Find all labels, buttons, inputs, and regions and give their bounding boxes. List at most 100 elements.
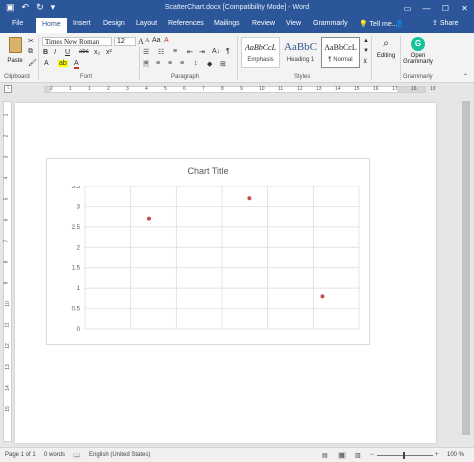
text-effects-icon[interactable]: A <box>44 60 49 67</box>
shrink-font-button[interactable]: A <box>145 38 149 44</box>
tab-insert[interactable]: Insert <box>73 20 91 27</box>
vertical-ruler[interactable]: 1 2 3 4 5 6 7 8 9 10 11 12 13 14 15 <box>3 101 12 442</box>
maximize-button[interactable]: ☐ <box>436 0 455 17</box>
y-tick-label: 0 <box>77 327 81 331</box>
open-grammarly-button[interactable]: G Open Grammarly <box>402 35 434 73</box>
numbering-icon[interactable]: ☷ <box>158 48 164 56</box>
style-normal[interactable]: AaBbCcL ¶ Normal <box>321 37 360 68</box>
font-color-icon[interactable]: A <box>74 60 79 69</box>
borders-icon[interactable]: ⊞ <box>220 60 226 68</box>
zoom-in-icon[interactable]: + <box>435 452 439 458</box>
line-spacing-icon[interactable]: ↕ <box>194 60 198 67</box>
user-icon[interactable]: 👤 <box>395 20 404 28</box>
close-button[interactable]: ✕ <box>455 0 474 17</box>
change-case-button[interactable]: Aa <box>152 37 161 44</box>
grow-font-button[interactable]: A <box>138 37 144 46</box>
styles-more-icon[interactable]: ⊻ <box>363 58 367 65</box>
clipboard-group-label: Clipboard <box>4 74 30 80</box>
chart-title[interactable]: Chart Title <box>47 166 369 176</box>
strikethrough-button[interactable]: abc <box>79 49 89 55</box>
tab-references[interactable]: References <box>168 20 204 27</box>
data-point <box>320 294 325 299</box>
styles-scroll-down-icon[interactable]: ▼ <box>363 48 369 54</box>
ruler-tick-label: 15 <box>4 406 11 412</box>
subscript-button[interactable]: x₂ <box>94 49 100 56</box>
y-tick-label: 1 <box>77 286 81 292</box>
tab-view[interactable]: View <box>286 20 301 27</box>
status-bar: Page 1 of 1 0 words 📖 English (United St… <box>0 447 474 462</box>
ribbon-display-options-button[interactable]: ▭ <box>398 0 417 17</box>
collapse-ribbon-icon[interactable]: ⌃ <box>463 73 468 80</box>
align-left-icon[interactable]: ≡ <box>143 60 150 67</box>
scatter-chart[interactable]: Chart Title 00.511.522.533.500.511.522.5… <box>46 158 370 345</box>
language[interactable]: English (United States) <box>89 452 150 458</box>
web-layout-icon[interactable]: ▥ <box>355 452 361 459</box>
sort-button[interactable]: A↓ <box>212 48 220 55</box>
y-tick-label: 2.5 <box>72 225 81 231</box>
data-point <box>247 196 252 201</box>
ruler-tick-label: 12 <box>4 343 11 349</box>
ruler-tick-label: 3 <box>126 86 129 92</box>
editing-button[interactable]: ⌕ Editing <box>374 36 398 72</box>
italic-button[interactable]: I <box>54 49 56 56</box>
read-mode-icon[interactable]: ▤ <box>322 452 328 459</box>
zoom-slider-thumb[interactable] <box>403 452 405 459</box>
clear-formatting-button[interactable]: A <box>164 37 169 44</box>
styles-scroll-up-icon[interactable]: ▲ <box>363 38 369 44</box>
tab-mailings[interactable]: Mailings <box>214 20 240 27</box>
cut-icon[interactable]: ✂ <box>28 37 34 45</box>
font-name-field[interactable]: Times New Roman <box>42 37 112 46</box>
style-sample: AaBbCcL <box>324 43 357 52</box>
align-right-icon[interactable]: ≡ <box>168 60 172 67</box>
style-sample: AaBbCcL <box>244 43 277 52</box>
title-bar: ▣ ↶ ↻ ▾ ScatterChart.docx [Compatibility… <box>0 0 474 17</box>
vertical-scrollbar[interactable] <box>458 95 474 444</box>
align-center-icon[interactable]: ≡ <box>156 60 160 67</box>
zoom-slider[interactable] <box>377 455 433 456</box>
ruler-tick-label: 4 <box>3 176 10 180</box>
zoom-out-icon[interactable]: − <box>370 452 374 458</box>
tab-design[interactable]: Design <box>103 20 125 27</box>
underline-button[interactable]: U <box>65 49 70 56</box>
show-formatting-button[interactable]: ¶ <box>226 48 230 55</box>
paste-button[interactable]: Paste <box>4 36 26 70</box>
format-painter-icon[interactable]: 🖌 <box>28 59 37 67</box>
scrollbar-thumb[interactable] <box>462 101 470 435</box>
ruler-tick-label: 7 <box>202 86 205 92</box>
page-count[interactable]: Page 1 of 1 <box>5 452 36 458</box>
style-emphasis[interactable]: AaBbCcL Emphasis <box>241 37 280 68</box>
increase-indent-icon[interactable]: ⇥ <box>199 48 205 56</box>
superscript-button[interactable]: x² <box>106 49 112 56</box>
share-label: Share <box>439 20 459 27</box>
decrease-indent-icon[interactable]: ⇤ <box>187 48 193 56</box>
ruler-tick-label: 3 <box>3 155 10 159</box>
minimize-button[interactable]: — <box>417 0 436 17</box>
zoom-level[interactable]: 100 % <box>447 452 464 458</box>
horizontal-ruler[interactable]: └ 2 1 1 2 3 4 5 6 7 8 9 10 11 12 13 14 15 16 17 18 19 <box>0 83 474 95</box>
highlight-icon[interactable]: ab <box>58 60 68 67</box>
proofing-icon[interactable]: 📖 <box>73 452 80 459</box>
ruler-tick-label: 13 <box>4 364 11 370</box>
tab-file[interactable]: File <box>12 20 23 27</box>
tell-me-search[interactable]: 💡 Tell me... <box>359 20 398 28</box>
tab-layout[interactable]: Layout <box>136 20 157 27</box>
ruler-tick-label: 6 <box>3 218 10 222</box>
print-layout-icon[interactable]: ▦ <box>338 452 346 459</box>
tab-home[interactable]: Home <box>36 18 67 33</box>
bold-button[interactable]: B <box>43 49 48 56</box>
style-heading-1[interactable]: AaBbC Heading 1 <box>281 37 320 68</box>
tab-selector-icon[interactable]: └ <box>4 85 12 93</box>
bullets-icon[interactable]: ☰ <box>143 48 149 56</box>
justify-icon[interactable]: ≡ <box>180 60 184 67</box>
copy-icon[interactable]: ⧉ <box>28 48 33 56</box>
multilevel-list-icon[interactable]: ≡ <box>173 48 177 55</box>
share-button[interactable]: ⇪ Share <box>432 19 459 27</box>
ruler-tick-label: 14 <box>4 385 11 391</box>
tab-review[interactable]: Review <box>252 20 275 27</box>
tab-grammarly[interactable]: Grammarly <box>313 20 348 27</box>
shading-icon[interactable]: ◆ <box>207 60 212 68</box>
word-count[interactable]: 0 words <box>44 452 65 458</box>
y-tick-label: 3 <box>77 204 81 210</box>
y-tick-label: 0.5 <box>72 307 81 313</box>
font-size-field[interactable]: 12 <box>114 37 136 46</box>
